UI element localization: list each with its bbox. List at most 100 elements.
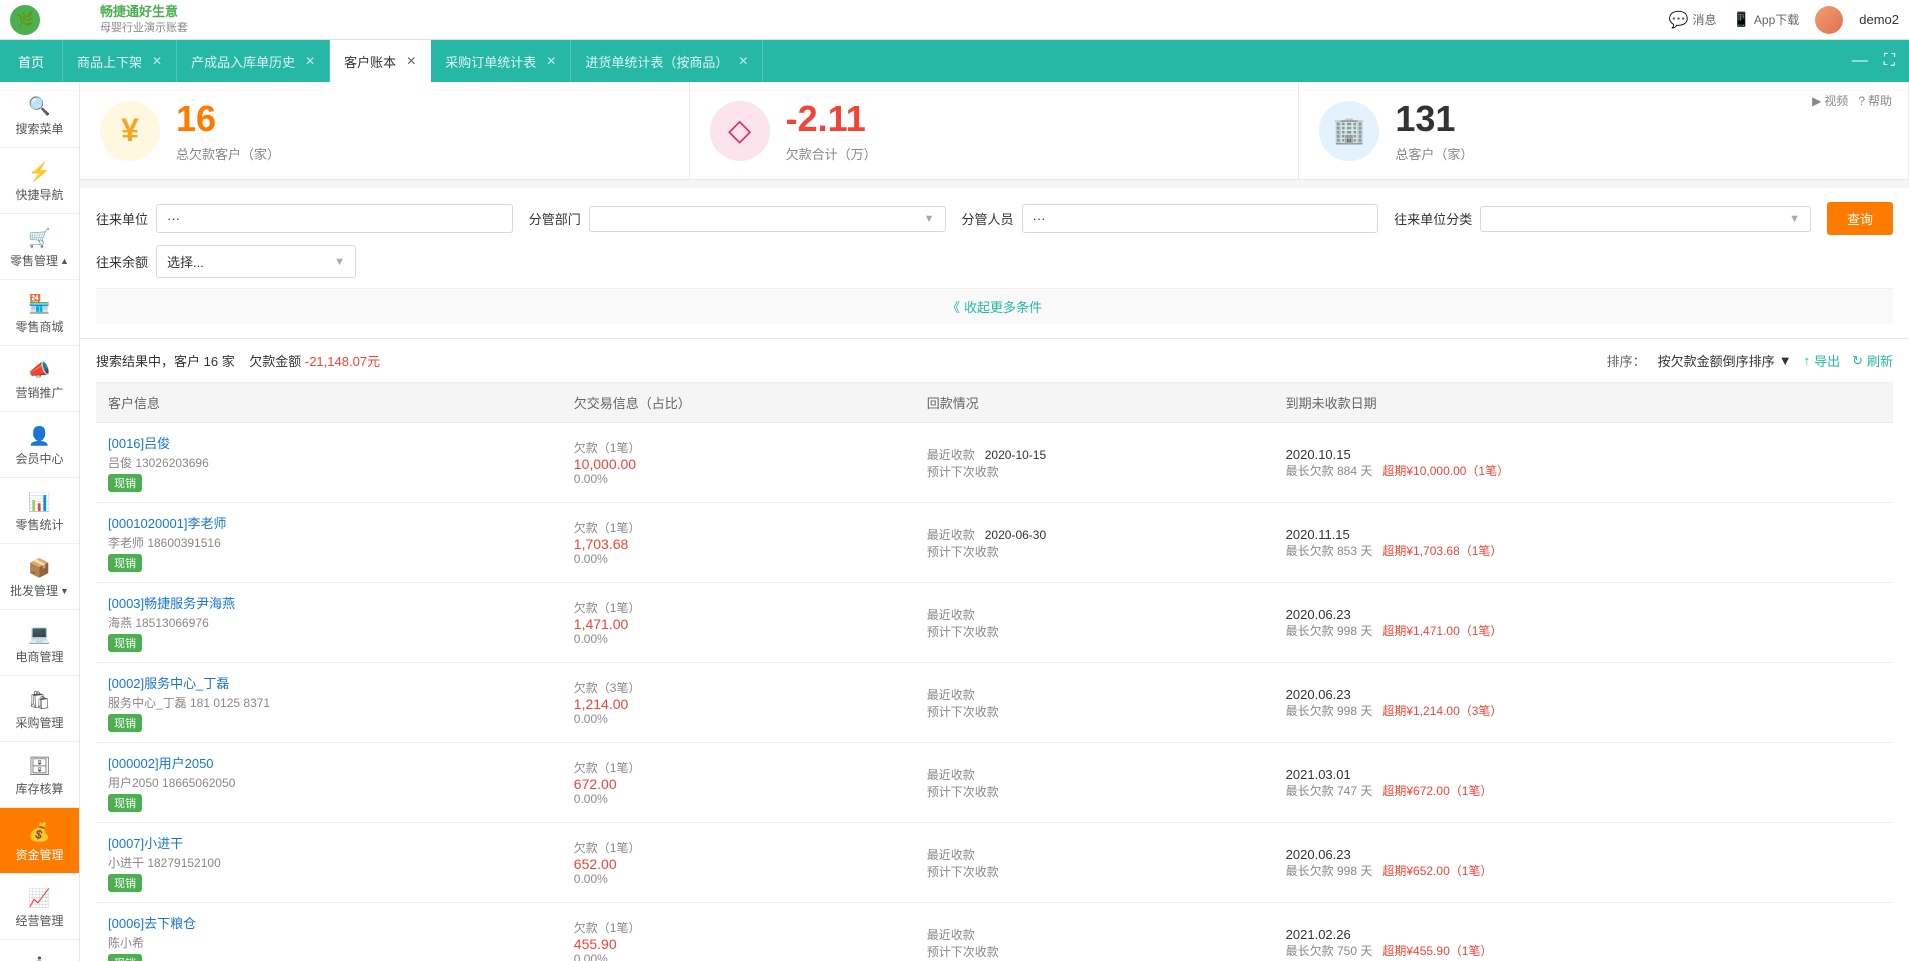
tab-minimize-btn[interactable]: —	[1848, 48, 1872, 74]
balance-select[interactable]: 选择... ▼	[156, 245, 356, 278]
sidebar-item-member[interactable]: 👤 会员中心	[0, 412, 79, 478]
dept-select[interactable]: ▼	[589, 206, 946, 232]
debt-percent-2: 0.00%	[574, 632, 903, 646]
tab-close-product-status[interactable]: ✕	[152, 54, 162, 68]
overdue-link-1[interactable]: 超期¥1,703.68（1笔）	[1382, 544, 1502, 558]
sidebar-label-ecommerce: 电商管理	[0, 648, 79, 665]
video-label: 视频	[1824, 92, 1848, 109]
customer-name-6[interactable]: [0006]去下粮仓	[108, 913, 550, 932]
customer-name-3[interactable]: [0002]服务中心_丁磊	[108, 673, 550, 692]
collapse-more-btn[interactable]: 《 收起更多条件	[96, 288, 1893, 324]
filter-unit-category: 往来单位分类 ▼	[1394, 206, 1811, 232]
overdue-link-5[interactable]: 超期¥652.00（1笔）	[1382, 864, 1492, 878]
stat-card-debt-customers: ¥ 16 总欠款客户（家）	[80, 82, 690, 179]
customer-name-0[interactable]: [0016]吕俊	[108, 433, 550, 452]
customer-name-1[interactable]: [0001020001]李老师	[108, 513, 550, 532]
overdue-date-0: 2020.10.15	[1286, 447, 1881, 462]
help-btn[interactable]: ? 帮助	[1858, 92, 1892, 109]
app-download-btn[interactable]: 📱 App下载	[1732, 11, 1799, 28]
avatar[interactable]	[1815, 6, 1843, 34]
overdue-link-0[interactable]: 超期¥10,000.00（1笔）	[1382, 464, 1509, 478]
overdue-days-1: 最长欠款 853 天 超期¥1,703.68（1笔）	[1286, 542, 1881, 559]
tab-maximize-btn[interactable]: ⛶	[1880, 48, 1899, 74]
sidebar-label-retail-stats: 零售统计	[0, 516, 79, 533]
total-customers-value: 131	[1395, 98, 1473, 140]
tab-close-product-history[interactable]: ✕	[305, 54, 315, 68]
sidebar-item-ecommerce[interactable]: 💻 电商管理	[0, 610, 79, 676]
table-row: [0016]吕俊 吕俊 13026203696 现销 欠款（1笔） 10,000…	[96, 423, 1893, 503]
from-unit-input[interactable]: ···	[156, 204, 513, 233]
stat-card-total-customers: 🏢 131 总客户（家） ▶ 视频 ? 帮助	[1299, 82, 1909, 179]
sidebar-label-batch-mgmt: 批发管理	[10, 582, 58, 599]
col-header-overdue: 到期未收款日期	[1274, 383, 1893, 423]
debt-count-1: 欠款（1笔）	[574, 519, 903, 536]
debt-percent-6: 0.00%	[574, 952, 903, 961]
export-btn[interactable]: ↑ 导出	[1804, 351, 1841, 370]
debt-customers-label: 总欠款客户（家）	[176, 144, 280, 163]
customer-tag-5: 现销	[108, 874, 142, 892]
tab-product-history[interactable]: 产成品入库单历史 ✕	[177, 40, 330, 82]
sidebar-item-basic-info[interactable]: ℹ 基础信息	[0, 940, 79, 961]
debt-amount-4[interactable]: 672.00	[574, 776, 903, 792]
cell-overdue-6: 2021.02.26 最长欠款 750 天 超期¥455.90（1笔）	[1274, 903, 1893, 961]
brand-subtitle: 母婴行业演示账套	[100, 21, 188, 35]
debt-amount-1[interactable]: 1,703.68	[574, 536, 903, 552]
sort-select[interactable]: 按欠款金额倒序排序 ▼	[1658, 351, 1792, 370]
overdue-link-2[interactable]: 超期¥1,471.00（1笔）	[1382, 624, 1502, 638]
overdue-days-6: 最长欠款 750 天 超期¥455.90（1笔）	[1286, 942, 1881, 959]
result-amount-prefix: 欠款金额	[249, 354, 301, 369]
sidebar-item-retail-stats[interactable]: 📊 零售统计	[0, 478, 79, 544]
sidebar-item-retail-mgmt[interactable]: 🛒 零售管理 ▲	[0, 214, 79, 280]
tab-close-purchase-order[interactable]: ✕	[546, 54, 556, 68]
overdue-link-3[interactable]: 超期¥1,214.00（3笔）	[1382, 704, 1502, 718]
message-btn[interactable]: 💬 消息	[1669, 10, 1717, 30]
tab-customer-account[interactable]: 客户账本 ✕	[330, 40, 431, 82]
sidebar-item-retail-mall[interactable]: 🏪 零售商城	[0, 280, 79, 346]
collapse-arrow-icon: 《	[947, 297, 960, 316]
debt-percent-5: 0.00%	[574, 872, 903, 886]
sidebar-item-quick-nav[interactable]: ⚡ 快捷导航	[0, 148, 79, 214]
debt-amount-2[interactable]: 1,471.00	[574, 616, 903, 632]
balance-placeholder: 选择...	[167, 252, 204, 271]
sidebar: 🔍 搜索菜单 ⚡ 快捷导航 🛒 零售管理 ▲ 🏪 零售商城 📣 营销推广	[0, 82, 80, 961]
sidebar-item-finance[interactable]: 💰 资金管理	[0, 808, 79, 874]
customer-name-2[interactable]: [0003]畅捷服务尹海燕	[108, 593, 550, 612]
debt-amount-3[interactable]: 1,214.00	[574, 696, 903, 712]
customer-name-5[interactable]: [0007]小进干	[108, 833, 550, 852]
cell-payment-3: 最近收款 预计下次收款	[915, 663, 1274, 743]
next-payment-label-1: 预计下次收款	[927, 543, 1262, 560]
tab-product-status[interactable]: 商品上下架 ✕	[63, 40, 177, 82]
debt-amount-0[interactable]: 10,000.00	[574, 456, 903, 472]
customer-phone-3: 服务中心_丁磊 181 0125 8371	[108, 694, 550, 711]
filter-from-unit: 往来单位 ···	[96, 204, 513, 233]
overdue-link-4[interactable]: 超期¥672.00（1笔）	[1382, 784, 1492, 798]
search-button[interactable]: 查询	[1827, 202, 1893, 235]
tab-close-customer-account[interactable]: ✕	[406, 54, 416, 68]
refresh-btn[interactable]: ↻ 刷新	[1852, 351, 1893, 370]
person-dots: ···	[1033, 211, 1046, 226]
table-row: [0001020001]李老师 李老师 18600391516 现销 欠款（1笔…	[96, 503, 1893, 583]
debt-amount-6[interactable]: 455.90	[574, 936, 903, 952]
person-input[interactable]: ···	[1022, 204, 1379, 233]
unit-category-select[interactable]: ▼	[1480, 206, 1811, 232]
debt-amount-5[interactable]: 652.00	[574, 856, 903, 872]
tab-inbound-stats[interactable]: 进货单统计表（按商品） ✕	[571, 40, 763, 82]
cell-debt-2: 欠款（1笔） 1,471.00 0.00%	[562, 583, 915, 663]
sort-chevron-icon: ▼	[1779, 353, 1792, 368]
message-label: 消息	[1692, 11, 1716, 28]
sidebar-item-batch-mgmt[interactable]: 📦 批发管理 ▼	[0, 544, 79, 610]
brand-name: 畅捷通好生意	[100, 4, 188, 21]
result-suffix: 家	[222, 354, 235, 369]
sidebar-item-operations[interactable]: 📈 经营管理	[0, 874, 79, 940]
tab-purchase-order[interactable]: 采购订单统计表 ✕	[431, 40, 571, 82]
balance-chevron-icon: ▼	[334, 256, 345, 268]
customer-name-4[interactable]: [000002]用户2050	[108, 753, 550, 772]
sidebar-item-marketing[interactable]: 📣 营销推广	[0, 346, 79, 412]
sidebar-item-search-menu[interactable]: 🔍 搜索菜单	[0, 82, 79, 148]
sidebar-item-purchase[interactable]: 🛍 采购管理	[0, 676, 79, 742]
video-btn[interactable]: ▶ 视频	[1812, 92, 1848, 109]
overdue-link-6[interactable]: 超期¥455.90（1笔）	[1382, 944, 1492, 958]
tab-home[interactable]: 首页	[0, 40, 63, 82]
sidebar-item-inventory[interactable]: 🗄 库存核算	[0, 742, 79, 808]
tab-close-inbound-stats[interactable]: ✕	[738, 54, 748, 68]
